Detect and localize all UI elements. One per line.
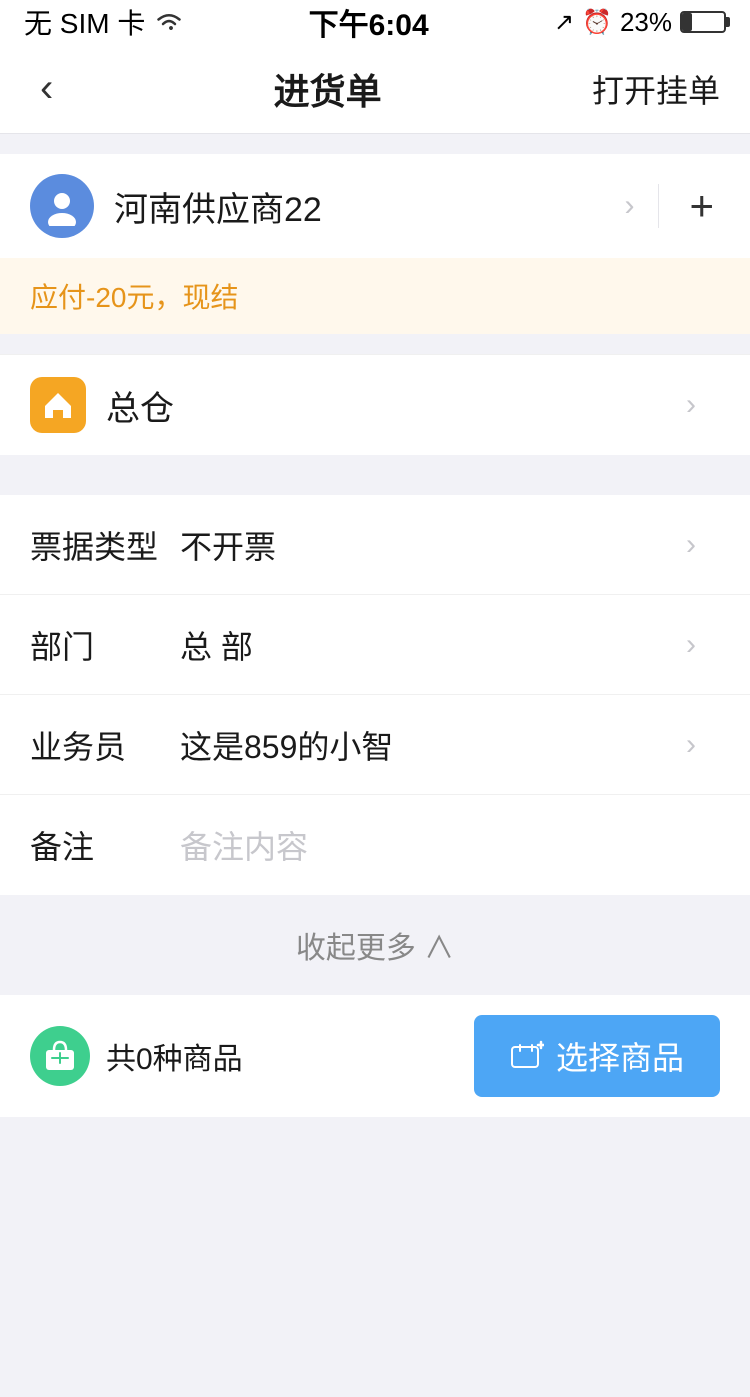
select-product-label: 选择商品 xyxy=(556,1033,684,1079)
warehouse-chevron-icon: › xyxy=(686,388,696,422)
status-bar: 无 SIM 卡 下午6:04 ↗ ⏰ 23% xyxy=(0,0,750,44)
house-icon xyxy=(41,388,75,422)
person-icon xyxy=(42,186,82,226)
department-label: 部门 xyxy=(30,622,160,668)
collapse-text: 收起更多 ∧ xyxy=(296,923,454,967)
product-count-area: 共0种商品 xyxy=(30,1026,243,1086)
notice-banner: 应付-20元，现结 xyxy=(0,258,750,334)
product-icon-circle xyxy=(30,1026,90,1086)
product-count-text: 共0种商品 xyxy=(106,1034,243,1078)
section-gap-3 xyxy=(0,455,750,475)
back-button[interactable]: ‹ xyxy=(30,56,63,121)
open-pending-button[interactable]: 打开挂单 xyxy=(592,66,720,112)
warehouse-row[interactable]: 总仓 › xyxy=(0,354,750,455)
bag-icon xyxy=(42,1038,78,1074)
remark-label: 备注 xyxy=(30,822,160,868)
location-icon: ↗ xyxy=(554,8,574,37)
collapse-row[interactable]: 收起更多 ∧ xyxy=(0,895,750,995)
invoice-type-row[interactable]: 票据类型 不开票 › xyxy=(0,495,750,595)
invoice-type-label: 票据类型 xyxy=(30,522,160,568)
select-product-button[interactable]: 选择商品 xyxy=(474,1015,720,1097)
battery-text: 23% xyxy=(620,7,672,38)
page-filler xyxy=(0,1117,750,1397)
salesperson-chevron: › xyxy=(686,728,696,762)
invoice-type-chevron: › xyxy=(686,528,696,562)
salesperson-row[interactable]: 业务员 这是859的小智 › xyxy=(0,695,750,795)
status-left: 无 SIM 卡 xyxy=(24,2,183,42)
wifi-icon xyxy=(155,12,183,32)
supplier-chevron-icon: › xyxy=(624,189,634,223)
bottom-bar: 共0种商品 选择商品 xyxy=(0,995,750,1117)
form-section: 票据类型 不开票 › 部门 总 部 › 业务员 这是859的小智 › 备注 备注… xyxy=(0,495,750,895)
supplier-section: 河南供应商22 › + 应付-20元，现结 xyxy=(0,154,750,334)
select-product-icon xyxy=(510,1039,544,1073)
salesperson-value: 这是859的小智 xyxy=(160,722,686,768)
supplier-name: 河南供应商22 xyxy=(114,182,624,231)
section-gap-2 xyxy=(0,334,750,354)
page-title: 进货单 xyxy=(274,63,382,115)
warehouse-name: 总仓 xyxy=(106,381,686,430)
carrier-text: 无 SIM 卡 xyxy=(24,2,145,42)
warehouse-icon-circle xyxy=(30,377,86,433)
alarm-icon: ⏰ xyxy=(582,8,612,37)
divider xyxy=(658,184,659,228)
notice-text: 应付-20元，现结 xyxy=(30,282,238,313)
section-gap-1 xyxy=(0,134,750,154)
nav-bar: ‹ 进货单 打开挂单 xyxy=(0,44,750,134)
battery-icon xyxy=(680,11,726,33)
department-chevron: › xyxy=(686,628,696,662)
remark-row[interactable]: 备注 备注内容 xyxy=(0,795,750,895)
supplier-row[interactable]: 河南供应商22 › + xyxy=(0,154,750,258)
remark-input[interactable]: 备注内容 xyxy=(160,822,720,868)
invoice-type-value: 不开票 xyxy=(160,522,686,568)
status-time: 下午6:04 xyxy=(309,0,429,44)
department-value: 总 部 xyxy=(160,622,686,668)
add-supplier-button[interactable]: + xyxy=(683,182,720,230)
warehouse-section: 总仓 › xyxy=(0,354,750,455)
department-row[interactable]: 部门 总 部 › xyxy=(0,595,750,695)
status-right: ↗ ⏰ 23% xyxy=(554,7,726,38)
supplier-avatar xyxy=(30,174,94,238)
salesperson-label: 业务员 xyxy=(30,722,160,768)
